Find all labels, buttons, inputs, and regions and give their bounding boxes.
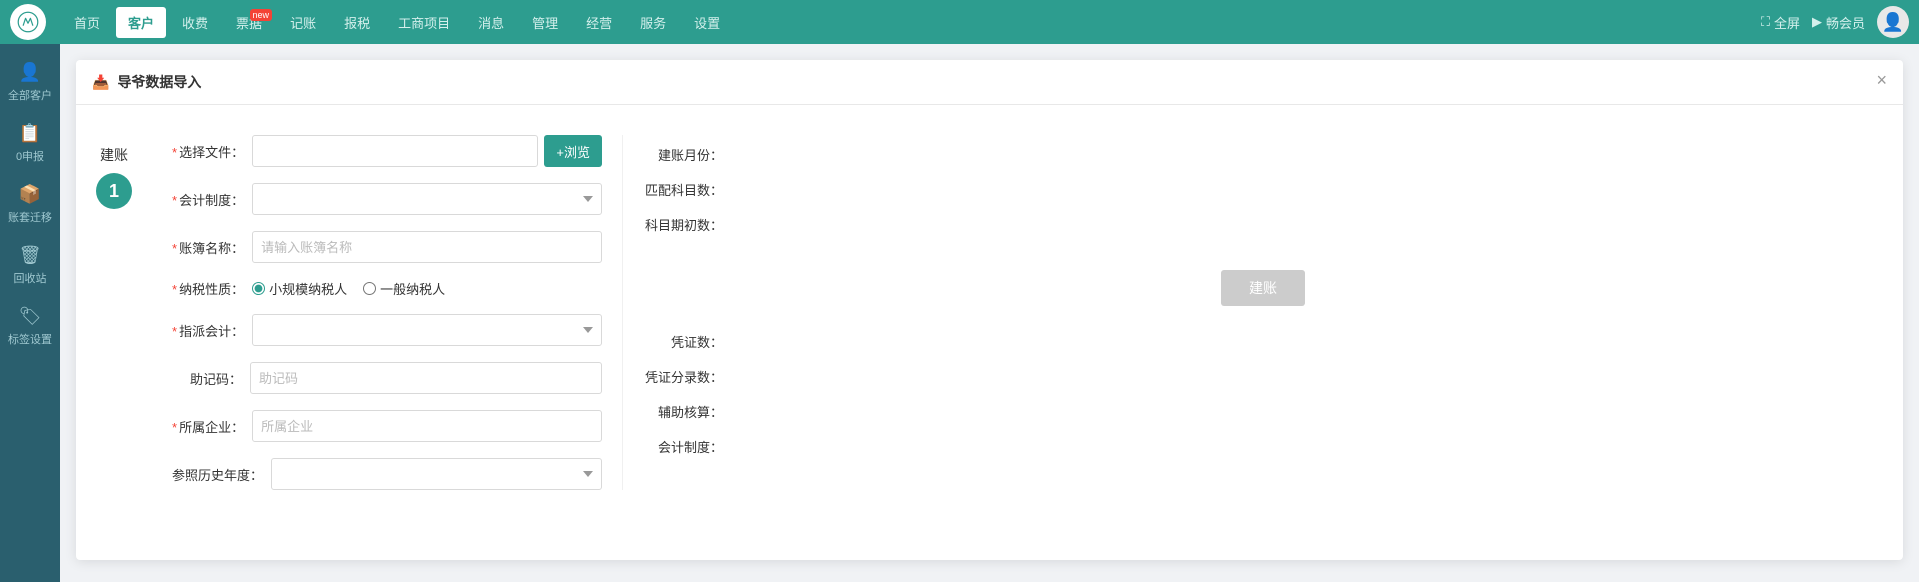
logo xyxy=(10,4,46,40)
voucher-count-label: 凭证数： xyxy=(643,332,723,351)
nav-item-service[interactable]: 服务 xyxy=(628,7,678,38)
tags-icon: 🏷 xyxy=(19,306,42,327)
new-badge: new xyxy=(250,9,273,21)
nav-item-ticket[interactable]: 票据 new xyxy=(224,7,274,38)
voucher-entries-row: 凭证分录数： xyxy=(643,367,1883,386)
sidebar-item-recycle[interactable]: 🗑 回收站 xyxy=(3,237,57,294)
step-label: 建账 xyxy=(100,145,128,165)
build-account-button[interactable]: 建账 xyxy=(1221,270,1305,306)
file-input[interactable] xyxy=(252,135,538,167)
fullscreen-button[interactable]: ⛶ 全屏 xyxy=(1761,13,1800,32)
ledger-name-row: *账簿名称： xyxy=(172,231,602,263)
nav-item-client[interactable]: 客户 xyxy=(116,7,166,38)
accounting-row: *会计制度： xyxy=(172,183,602,215)
recycle-icon: 🗑 xyxy=(19,245,42,266)
dialog-header: 📥 导爷数据导入 xyxy=(76,60,1903,105)
memo-input[interactable] xyxy=(250,362,602,394)
nav-item-home[interactable]: 首页 xyxy=(62,7,112,38)
subjects-initial-label: 科目期初数： xyxy=(643,215,723,234)
accountant-select[interactable] xyxy=(252,314,602,346)
radio-small-taxpayer[interactable]: 小规模纳税人 xyxy=(252,279,347,298)
migration-icon: 📦 xyxy=(19,184,41,205)
memo-row: 助记码： xyxy=(172,362,602,394)
nav-item-tax[interactable]: 报税 xyxy=(332,7,382,38)
nav-item-bookkeeping[interactable]: 记账 xyxy=(278,7,328,38)
accounting-select[interactable] xyxy=(252,183,602,215)
sidebar: 👤 全部客户 📋 0申报 📦 账套迁移 🗑 回收站 🏷 标签设置 xyxy=(0,44,60,582)
nav-item-operation[interactable]: 经营 xyxy=(574,7,624,38)
accountant-label: *指派会计： xyxy=(172,321,244,340)
history-year-select[interactable] xyxy=(271,458,602,490)
ledger-name-label: *账簿名称： xyxy=(172,238,244,257)
nav-item-fee[interactable]: 收费 xyxy=(170,7,220,38)
close-button[interactable]: × xyxy=(1876,70,1887,91)
tax-type-row: *纳税性质： 小规模纳税人 一般纳税人 xyxy=(172,279,602,298)
company-input[interactable] xyxy=(252,410,602,442)
dialog-body: 建账 1 *选择文件： +浏览 *会计制 xyxy=(76,105,1903,520)
match-subjects-label: 匹配科目数： xyxy=(643,180,723,199)
file-row: *选择文件： +浏览 xyxy=(172,135,602,167)
import-dialog: 📥 导爷数据导入 × 建账 1 *选择文件： +浏览 xyxy=(76,60,1903,560)
memo-label: 助记码： xyxy=(172,369,242,388)
clients-icon: 👤 xyxy=(19,62,41,83)
nav-item-commerce[interactable]: 工商项目 xyxy=(386,7,462,38)
sidebar-item-account-migration[interactable]: 📦 账套迁移 xyxy=(3,176,57,233)
membership-button[interactable]: ▶ 畅会员 xyxy=(1812,13,1865,32)
build-month-label: 建账月份： xyxy=(643,145,723,164)
file-label: *选择文件： xyxy=(172,142,244,161)
match-subjects-row: 匹配科目数： xyxy=(643,180,1883,199)
nav-item-message[interactable]: 消息 xyxy=(466,7,516,38)
ledger-name-input[interactable] xyxy=(252,231,602,263)
nav-item-admin[interactable]: 管理 xyxy=(520,7,570,38)
info-section: 建账月份： 匹配科目数： 科目期初数： 建账 凭证数： xyxy=(622,135,1883,490)
build-month-row: 建账月份： xyxy=(643,145,1883,164)
accounting-system-label: 会计制度： xyxy=(643,437,723,456)
auxiliary-row: 辅助核算： xyxy=(643,402,1883,421)
accounting-system-row: 会计制度： xyxy=(643,437,1883,456)
sidebar-item-zero-report[interactable]: 📋 0申报 xyxy=(3,115,57,172)
dialog-title-icon: 📥 xyxy=(92,74,109,91)
voucher-entries-label: 凭证分录数： xyxy=(643,367,723,386)
company-row: *所属企业： xyxy=(172,410,602,442)
company-label: *所属企业： xyxy=(172,417,244,436)
history-year-row: 参照历史年度： xyxy=(172,458,602,490)
sidebar-item-all-clients[interactable]: 👤 全部客户 xyxy=(3,54,57,111)
file-input-group: +浏览 xyxy=(252,135,602,167)
browse-button[interactable]: +浏览 xyxy=(544,135,602,167)
tax-radio-group: 小规模纳税人 一般纳税人 xyxy=(252,279,602,298)
nav-menu: 首页 客户 收费 票据 new 记账 报税 工商项目 消息 管理 经营 服务 设… xyxy=(62,7,1761,38)
nav-right-area: ⛶ 全屏 ▶ 畅会员 👤 xyxy=(1761,6,1909,38)
subjects-initial-row: 科目期初数： xyxy=(643,215,1883,234)
membership-icon: ▶ xyxy=(1812,14,1822,30)
main-content: 📥 导爷数据导入 × 建账 1 *选择文件： +浏览 xyxy=(60,44,1919,582)
step-circle: 1 xyxy=(96,173,132,209)
voucher-count-row: 凭证数： xyxy=(643,332,1883,351)
accounting-label: *会计制度： xyxy=(172,190,244,209)
auxiliary-label: 辅助核算： xyxy=(643,402,723,421)
nav-item-settings[interactable]: 设置 xyxy=(682,7,732,38)
tax-type-label: *纳税性质： xyxy=(172,279,244,298)
fullscreen-icon: ⛶ xyxy=(1761,14,1770,30)
history-year-label: 参照历史年度： xyxy=(172,465,263,484)
step-section: 建账 1 xyxy=(96,135,152,490)
sidebar-item-tags[interactable]: 🏷 标签设置 xyxy=(3,298,57,355)
accountant-row: *指派会计： xyxy=(172,314,602,346)
form-section: *选择文件： +浏览 *会计制度： xyxy=(172,135,602,490)
user-avatar[interactable]: 👤 xyxy=(1877,6,1909,38)
dialog-title: 导爷数据导入 xyxy=(117,72,201,92)
top-navigation: 首页 客户 收费 票据 new 记账 报税 工商项目 消息 管理 经营 服务 设… xyxy=(0,0,1919,44)
radio-general-taxpayer[interactable]: 一般纳税人 xyxy=(363,279,445,298)
report-icon: 📋 xyxy=(19,123,41,144)
